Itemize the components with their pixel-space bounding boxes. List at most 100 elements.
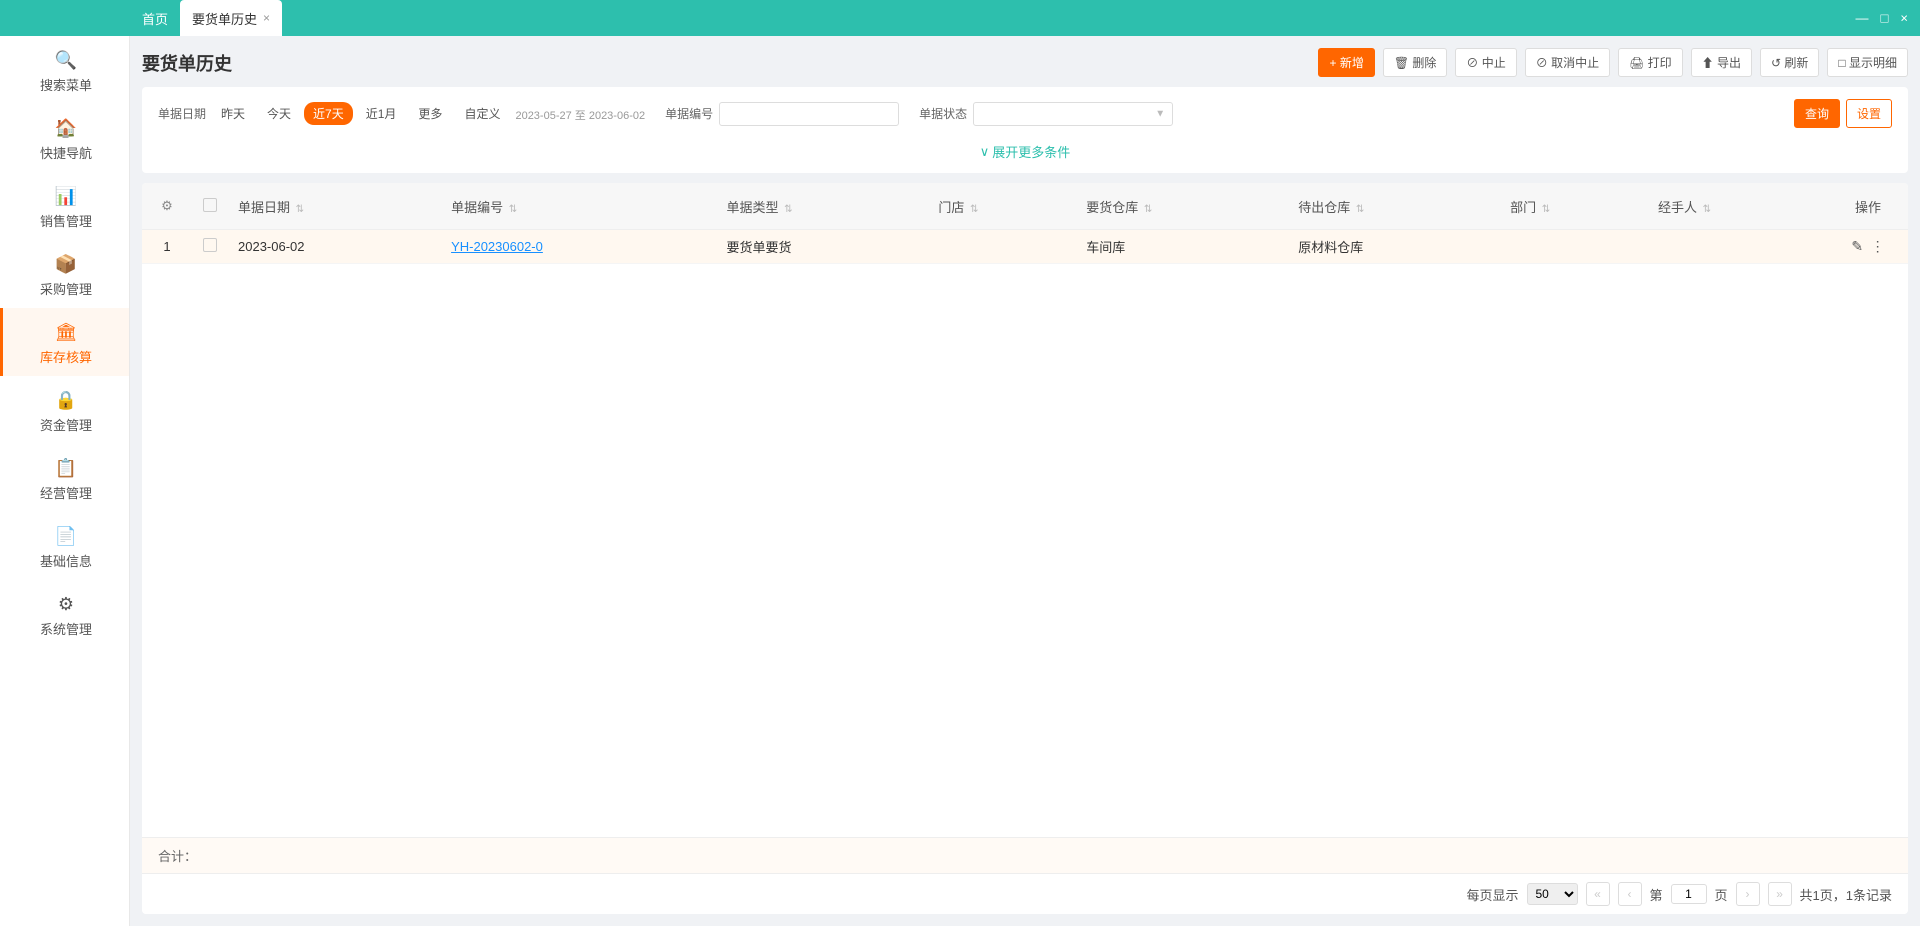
tab-active[interactable]: 要货单历史 × xyxy=(180,0,282,36)
tab-home[interactable]: 首页 xyxy=(130,0,180,36)
doc-status-label: 单据状态 xyxy=(919,105,967,122)
export-button[interactable]: ⬆ 导出 xyxy=(1691,48,1752,77)
td-number: YH-20230602-0 xyxy=(441,230,716,264)
row-edit-icon[interactable]: ✎ xyxy=(1851,238,1863,254)
td-handler xyxy=(1648,230,1828,264)
td-req-warehouse: 车间库 xyxy=(1076,230,1288,264)
close-btn[interactable]: × xyxy=(1900,11,1908,26)
date-btn-7days[interactable]: 近7天 xyxy=(304,102,353,125)
date-btn-custom[interactable]: 自定义 xyxy=(455,102,509,125)
page-title: 要货单历史 xyxy=(142,50,232,76)
page-size-select[interactable]: 10 20 50 100 xyxy=(1527,883,1578,905)
th-checkbox xyxy=(192,183,228,230)
filter-row: 单据日期 昨天 今天 近7天 近1月 更多 自定义 2023-05-27 至 2… xyxy=(158,99,1892,128)
doc-status-filter-group: 单据状态 ▼ xyxy=(919,102,1173,126)
pagination-bar: 每页显示 10 20 50 100 « ‹ 第 页 › » 共1页，1条记录 xyxy=(142,873,1908,914)
th-pending-warehouse[interactable]: 待出仓库 ⇅ xyxy=(1288,183,1500,230)
row-more-icon[interactable]: ⋮ xyxy=(1871,238,1885,254)
sidebar: 🔍 搜索菜单 🏠 快捷导航 📊 销售管理 📦 采购管理 🏛 库存核算 🔒 资金管… xyxy=(0,36,130,926)
sort-department-icon: ⇅ xyxy=(1542,204,1550,215)
minimize-btn[interactable]: — xyxy=(1856,11,1869,26)
expand-label: 展开更多条件 xyxy=(992,142,1070,161)
status-dropdown-icon: ▼ xyxy=(1155,108,1165,119)
sort-type-icon: ⇅ xyxy=(784,204,792,215)
row-checkbox[interactable] xyxy=(203,238,217,252)
next-page-btn[interactable]: › xyxy=(1736,882,1760,906)
th-handler[interactable]: 经手人 ⇅ xyxy=(1648,183,1828,230)
td-pending-warehouse: 原材料仓库 xyxy=(1288,230,1500,264)
sidebar-item-finance-label: 资金管理 xyxy=(40,415,92,434)
date-btn-1month[interactable]: 近1月 xyxy=(357,102,406,125)
query-button[interactable]: 查询 xyxy=(1794,99,1840,128)
maximize-btn[interactable]: □ xyxy=(1881,11,1889,26)
select-all-checkbox[interactable] xyxy=(203,198,217,212)
sidebar-item-operations-label: 经营管理 xyxy=(40,483,92,502)
action-buttons: 查询 设置 xyxy=(1794,99,1892,128)
doc-number-link[interactable]: YH-20230602-0 xyxy=(451,239,543,254)
table-header-row: ⚙ 单据日期 ⇅ 单据编号 ⇅ xyxy=(142,183,1908,230)
page-header: 要货单历史 + 新增 🗑 删除 ⊘ 中止 ⊘ 取消中止 🖨 打印 ⬆ 导出 ↺ … xyxy=(142,48,1908,77)
sidebar-item-sales[interactable]: 📊 销售管理 xyxy=(0,172,129,240)
doc-status-input[interactable] xyxy=(973,102,1173,126)
th-settings: ⚙ xyxy=(142,183,192,230)
th-number[interactable]: 单据编号 ⇅ xyxy=(441,183,716,230)
sales-icon: 📊 xyxy=(55,186,77,207)
td-type: 要货单要货 xyxy=(716,230,928,264)
print-button[interactable]: 🖨 打印 xyxy=(1618,48,1683,77)
tab-close-icon[interactable]: × xyxy=(263,11,270,25)
sidebar-item-system[interactable]: ⚙ 系统管理 xyxy=(0,580,129,648)
doc-number-filter-group: 单据编号 xyxy=(665,102,899,126)
delete-button[interactable]: 🗑 删除 xyxy=(1383,48,1448,77)
sidebar-item-basicinfo[interactable]: 📄 基础信息 xyxy=(0,512,129,580)
add-button[interactable]: + 新增 xyxy=(1318,48,1374,77)
sidebar-item-purchase[interactable]: 📦 采购管理 xyxy=(0,240,129,308)
expand-button[interactable]: ∨ 展开更多条件 xyxy=(980,142,1071,161)
sidebar-item-finance[interactable]: 🔒 资金管理 xyxy=(0,376,129,444)
date-filter-label: 单据日期 xyxy=(158,105,206,122)
td-date: 2023-06-02 xyxy=(228,230,441,264)
basicinfo-icon: 📄 xyxy=(55,526,77,547)
sidebar-item-basicinfo-label: 基础信息 xyxy=(40,551,92,570)
th-department[interactable]: 部门 ⇅ xyxy=(1500,183,1648,230)
th-actions: 操作 xyxy=(1828,183,1908,230)
cancel-stop-button[interactable]: ⊘ 取消中止 xyxy=(1525,48,1610,77)
th-date[interactable]: 单据日期 ⇅ xyxy=(228,183,441,230)
sidebar-item-operations[interactable]: 📋 经营管理 xyxy=(0,444,129,512)
toolbar: + 新增 🗑 删除 ⊘ 中止 ⊘ 取消中止 🖨 打印 ⬆ 导出 ↺ 刷新 □ 显… xyxy=(1318,48,1908,77)
th-type[interactable]: 单据类型 ⇅ xyxy=(716,183,928,230)
date-filter-group: 单据日期 昨天 今天 近7天 近1月 更多 自定义 2023-05-27 至 2… xyxy=(158,102,645,125)
refresh-button[interactable]: ↺ 刷新 xyxy=(1760,48,1819,77)
sort-number-icon: ⇅ xyxy=(509,204,517,215)
th-req-warehouse[interactable]: 要货仓库 ⇅ xyxy=(1076,183,1288,230)
first-page-btn[interactable]: « xyxy=(1586,882,1610,906)
main-layout: 🔍 搜索菜单 🏠 快捷导航 📊 销售管理 📦 采购管理 🏛 库存核算 🔒 资金管… xyxy=(0,36,1920,926)
date-btn-more[interactable]: 更多 xyxy=(409,102,451,125)
last-page-btn[interactable]: » xyxy=(1768,882,1792,906)
sidebar-item-sales-label: 销售管理 xyxy=(40,211,92,230)
total-info: 共1页，1条记录 xyxy=(1800,885,1892,904)
stop-button[interactable]: ⊘ 中止 xyxy=(1455,48,1516,77)
tab-home-label: 首页 xyxy=(142,9,168,28)
settings-button[interactable]: 设置 xyxy=(1846,99,1892,128)
td-actions: ✎ ⋮ xyxy=(1828,230,1908,264)
sidebar-item-quicknav[interactable]: 🏠 快捷导航 xyxy=(0,104,129,172)
doc-number-input[interactable] xyxy=(719,102,899,126)
date-btn-yesterday[interactable]: 昨天 xyxy=(212,102,254,125)
expand-chevron-icon: ∨ xyxy=(980,144,990,160)
prev-page-btn[interactable]: ‹ xyxy=(1618,882,1642,906)
td-department xyxy=(1500,230,1648,264)
th-store[interactable]: 门店 ⇅ xyxy=(928,183,1076,230)
sidebar-item-search[interactable]: 🔍 搜索菜单 xyxy=(0,36,129,104)
date-btn-today[interactable]: 今天 xyxy=(258,102,300,125)
sidebar-item-inventory[interactable]: 🏛 库存核算 xyxy=(0,308,129,376)
show-detail-button[interactable]: □ 显示明细 xyxy=(1827,48,1908,77)
expand-row: ∨ 展开更多条件 xyxy=(158,134,1892,161)
table-settings-icon[interactable]: ⚙ xyxy=(152,191,182,221)
system-icon: ⚙ xyxy=(58,594,74,615)
sidebar-item-search-label: 搜索菜单 xyxy=(40,75,92,94)
data-table: ⚙ 单据日期 ⇅ 单据编号 ⇅ xyxy=(142,183,1908,264)
date-range-text: 2023-05-27 至 2023-06-02 xyxy=(515,107,645,123)
page-input[interactable] xyxy=(1671,884,1707,904)
sort-handler-icon: ⇅ xyxy=(1703,204,1711,215)
search-menu-icon: 🔍 xyxy=(55,50,77,71)
